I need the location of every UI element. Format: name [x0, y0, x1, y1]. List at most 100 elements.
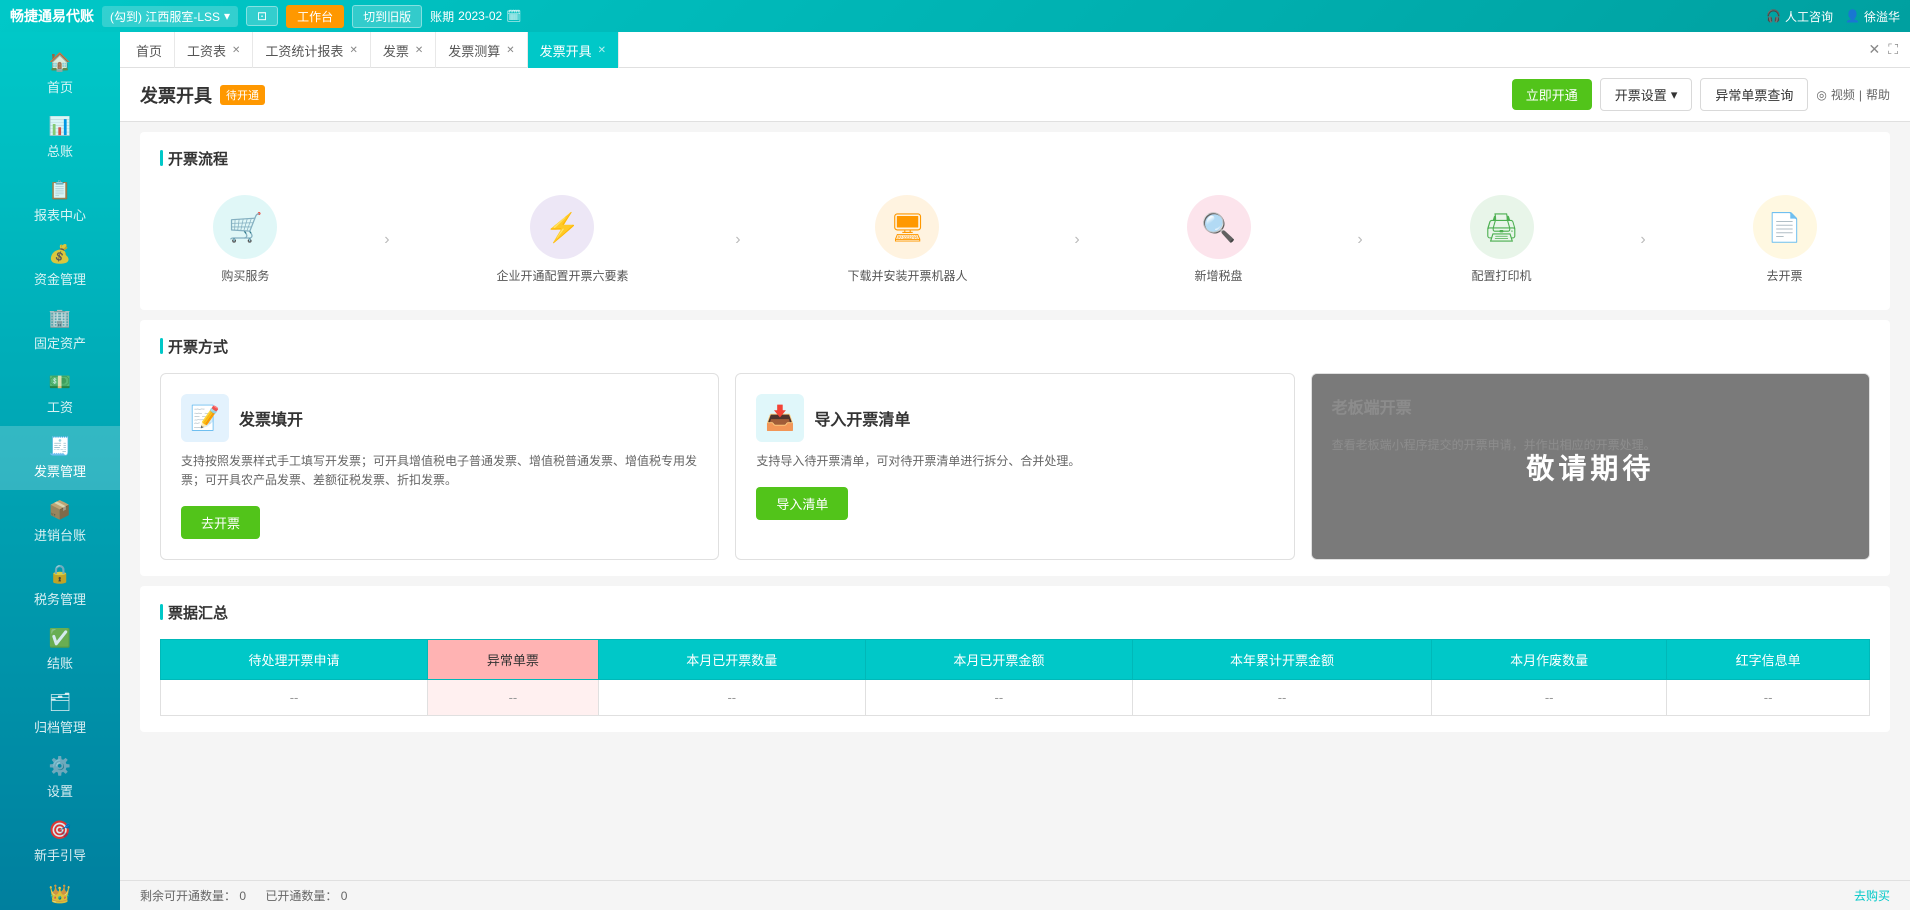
tab-close-all-button[interactable]: ✕: [1868, 41, 1880, 58]
video-help-label[interactable]: 视频: [1831, 86, 1855, 103]
val-month-amount: --: [865, 680, 1132, 716]
method-card-import: 📥 导入开票清单 支持导入待开票清单，可对待开票清单进行拆分、合并处理。 导入清…: [735, 373, 1294, 560]
sidebar-item-settings[interactable]: ⚙️ 设置: [0, 746, 120, 810]
col-void-count: 本月作废数量: [1432, 640, 1667, 680]
sidebar-item-reports[interactable]: 📋 报表中心: [0, 170, 120, 234]
sidebar-item-label: 资金管理: [34, 269, 86, 288]
abnormal-query-button[interactable]: 异常单票查询: [1700, 78, 1808, 111]
coming-soon-overlay: 敬请期待: [1312, 374, 1869, 559]
methods-section: 开票方式 📝 发票填开 支持按照发票样式手工填写开发票；可开具增值税电子普通发票…: [140, 320, 1890, 576]
member-icon: 👑: [49, 884, 71, 905]
sidebar-item-home[interactable]: 🏠 首页: [0, 42, 120, 106]
tab-close-icon[interactable]: ✕: [349, 45, 357, 56]
opened-label: 已开通数量：: [265, 889, 337, 903]
sidebar-item-tax[interactable]: 🔒 税务管理: [0, 554, 120, 618]
sidebar-item-label: 总账: [47, 141, 73, 160]
step-configure: ⚡ 企业开通配置开票六要素: [496, 195, 628, 284]
remaining-value: 0: [239, 889, 246, 903]
val-month-count: --: [598, 680, 865, 716]
step-icon-buy: 🛒: [213, 195, 277, 259]
tab-close-icon[interactable]: ✕: [598, 45, 606, 56]
status-badge: 待开通: [220, 85, 265, 105]
tax-icon: 🔒: [49, 564, 71, 585]
tab-close-icon[interactable]: ✕: [232, 45, 240, 56]
ledger-icon: 📊: [49, 116, 71, 137]
step-icon-add-tax: 🔍: [1187, 195, 1251, 259]
method-title-manual: 发票填开: [239, 406, 303, 430]
step-icon-printer: 🖨: [1470, 195, 1534, 259]
copy-button[interactable]: ⊡: [246, 6, 278, 26]
sidebar-item-funds[interactable]: 💰 资金管理: [0, 234, 120, 298]
tab-close-icon[interactable]: ✕: [506, 45, 514, 56]
sidebar-item-label: 设置: [47, 781, 73, 800]
sidebar-item-purchase[interactable]: 📦 进销台账: [0, 490, 120, 554]
step-arrow-1: ›: [384, 231, 389, 249]
step-icon-configure: ⚡: [530, 195, 594, 259]
top-bar: 畅捷通易代账 (勾到) 江西服室-LSS ▾ ⊡ 工作台 切到旧版 账期 202…: [0, 0, 1910, 32]
sidebar-item-ledger[interactable]: 📊 总账: [0, 106, 120, 170]
tab-close-icon[interactable]: ✕: [415, 45, 423, 56]
consult-btn[interactable]: 🎧 人工咨询: [1766, 8, 1833, 25]
step-arrow-3: ›: [1074, 231, 1079, 249]
tab-payroll-report[interactable]: 工资统计报表 ✕: [253, 32, 370, 68]
open-now-button[interactable]: 立即开通: [1512, 79, 1592, 110]
col-month-amount: 本月已开票金额: [865, 640, 1132, 680]
tab-invoice[interactable]: 发票 ✕: [371, 32, 436, 68]
footer-stats: 剩余可开通数量： 0 已开通数量： 0: [140, 887, 347, 904]
sidebar-item-assets[interactable]: 🏢 固定资产: [0, 298, 120, 362]
sidebar: 🏠 首页 📊 总账 📋 报表中心 💰 资金管理 🏢 固定资产 💵 工资 🧾 发票…: [0, 32, 120, 910]
tab-home[interactable]: 首页: [124, 32, 175, 68]
page-header-right: 立即开通 开票设置 ▾ 异常单票查询 ◎ 视频 | 帮助: [1512, 78, 1890, 111]
help-label[interactable]: 帮助: [1866, 86, 1890, 103]
method-header-import: 📥 导入开票清单: [756, 394, 1273, 442]
content-area: 首页 工资表 ✕ 工资统计报表 ✕ 发票 ✕ 发票测算 ✕ 发票开具 ✕: [120, 32, 1910, 910]
sidebar-item-label: 首页: [47, 77, 73, 96]
process-steps: 🛒 购买服务 › ⚡ 企业开通配置开票六要素 › 🖥 下载并安装开票机器人 ›: [160, 185, 1870, 294]
sidebar-item-member[interactable]: 👑 畅会员: [0, 874, 120, 910]
tab-payroll[interactable]: 工资表 ✕: [175, 32, 253, 68]
method-desc-import: 支持导入待开票清单，可对待开票清单进行拆分、合并处理。: [756, 452, 1273, 471]
sidebar-item-label: 归档管理: [34, 717, 86, 736]
sidebar-item-label: 报表中心: [34, 205, 86, 224]
methods-section-title: 开票方式: [160, 336, 1870, 357]
method-header-manual: 📝 发票填开: [181, 394, 698, 442]
company-selector[interactable]: (勾到) 江西服室-LSS ▾: [102, 6, 238, 27]
step-label-printer: 配置打印机: [1472, 267, 1532, 284]
method-btn-import[interactable]: 导入清单: [756, 487, 848, 520]
switch-old-button[interactable]: 切到旧版: [352, 5, 422, 28]
tab-maximize-button[interactable]: ⛶: [1888, 41, 1898, 58]
val-void-count: --: [1432, 680, 1667, 716]
open-settings-button[interactable]: 开票设置 ▾: [1600, 78, 1693, 111]
col-red-note: 红字信息单: [1667, 640, 1870, 680]
user-menu[interactable]: 👤 徐溢华: [1845, 8, 1900, 25]
tab-invoice-issue[interactable]: 发票开具 ✕: [528, 32, 619, 68]
sidebar-item-label: 新手引导: [34, 845, 86, 864]
sidebar-item-close[interactable]: ✅ 结账: [0, 618, 120, 682]
summary-table: 待处理开票申请 异常单票 本月已开票数量 本月已开票金额 本年累计开票金额 本月…: [160, 639, 1870, 716]
val-abnormal: --: [428, 680, 599, 716]
col-abnormal: 异常单票: [428, 640, 599, 680]
sidebar-item-guide[interactable]: 🎯 新手引导: [0, 810, 120, 874]
method-btn-manual[interactable]: 去开票: [181, 506, 260, 539]
workbench-button[interactable]: 工作台: [286, 5, 344, 28]
process-section: 开票流程 🛒 购买服务 › ⚡ 企业开通配置开票六要素 › 🖥 下载并安装开票机…: [140, 132, 1890, 310]
sidebar-item-label: 结账: [47, 653, 73, 672]
archive-icon: 🗂: [49, 692, 72, 713]
step-icon-issue: 📄: [1753, 195, 1817, 259]
help-area: ◎ 视频 | 帮助: [1816, 86, 1890, 103]
step-add-tax: 🔍 新增税盘: [1187, 195, 1251, 284]
sidebar-item-archive[interactable]: 🗂 归档管理: [0, 682, 120, 746]
method-title-import: 导入开票清单: [814, 406, 910, 430]
method-icon-manual: 📝: [181, 394, 229, 442]
remaining-label: 剩余可开通数量：: [140, 889, 236, 903]
step-icon-download: 🖥: [875, 195, 939, 259]
step-label-download: 下载并安装开票机器人: [847, 267, 967, 284]
step-label-add-tax: 新增税盘: [1194, 267, 1242, 284]
tab-invoice-calc[interactable]: 发票测算 ✕: [436, 32, 527, 68]
go-buy-link[interactable]: 去购买: [1854, 887, 1890, 904]
chevron-down-icon: ▾: [1671, 87, 1678, 103]
ticket-methods: 📝 发票填开 支持按照发票样式手工填写开发票；可开具增值税电子普通发票、增值税普…: [160, 373, 1870, 560]
process-section-title: 开票流程: [160, 148, 1870, 169]
sidebar-item-invoice[interactable]: 🧾 发票管理: [0, 426, 120, 490]
sidebar-item-payroll[interactable]: 💵 工资: [0, 362, 120, 426]
